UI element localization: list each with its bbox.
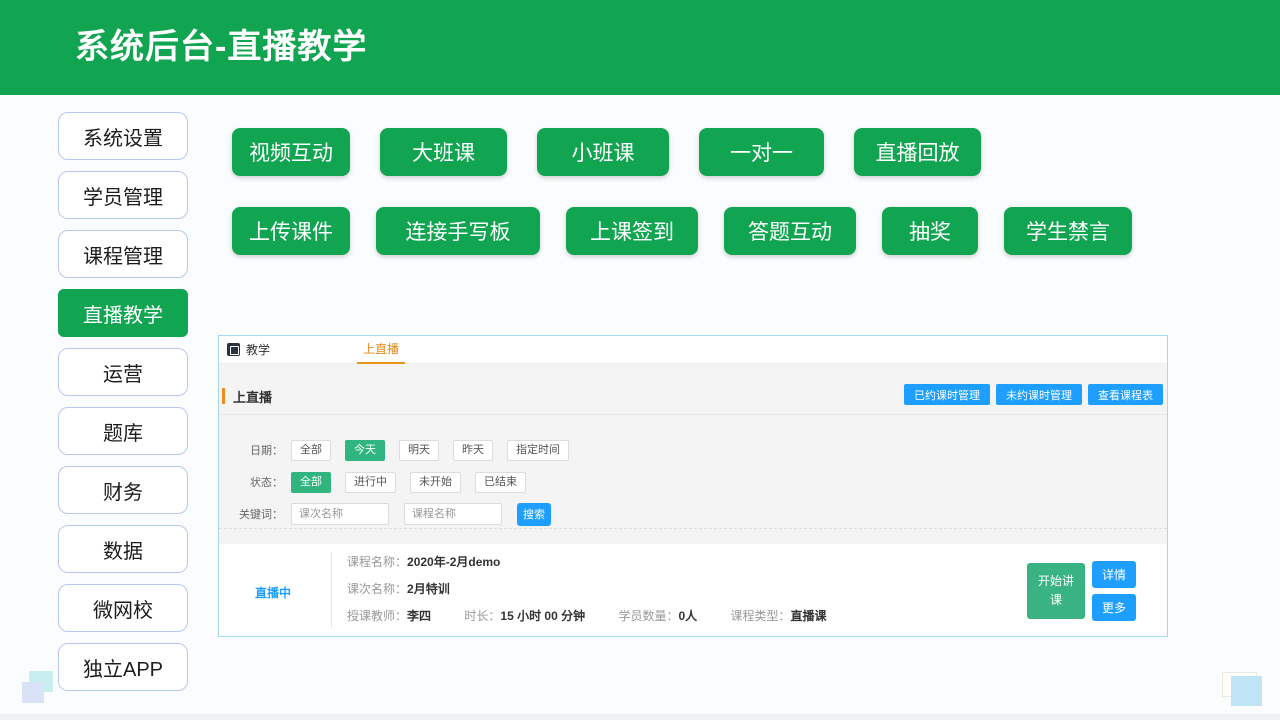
- sidebar-item-label: 财务: [103, 476, 143, 505]
- screen: 系统后台-直播教学 系统设置 学员管理 课程管理 直播教学 运营 题库 财务 数…: [0, 0, 1280, 720]
- sidebar-item-label: 直播教学: [83, 299, 163, 328]
- panel-filter-section: 上直播 已约课时管理 未约课时管理 查看课程表 日期： 全部 今天 明天 昨天 …: [219, 364, 1167, 544]
- admin-panel: 教学 上直播 上直播 已约课时管理 未约课时管理 查看课程表 日期： 全部 今天…: [218, 335, 1168, 637]
- sidebar-item-label: 运营: [103, 358, 143, 387]
- status-filter-in-progress[interactable]: 进行中: [345, 472, 396, 493]
- sidebar-item-question-bank[interactable]: 题库: [58, 407, 188, 455]
- lesson-name-value: 2月特训: [407, 582, 450, 596]
- section-divider: [219, 414, 1167, 415]
- page-header: 系统后台-直播教学: [0, 0, 1280, 95]
- feature-small-class-button[interactable]: 小班课: [537, 128, 669, 176]
- feature-live-replay-button[interactable]: 直播回放: [854, 128, 981, 176]
- sidebar-item-finance[interactable]: 财务: [58, 466, 188, 514]
- date-filter-today[interactable]: 今天: [345, 440, 385, 461]
- unbooked-hours-management-button[interactable]: 未约课时管理: [996, 384, 1082, 405]
- status-filter-all[interactable]: 全部: [291, 472, 331, 493]
- course-list: 直播中 课程名称：2020年-2月demo 课次名称：2月特训 授课教师：李四 …: [219, 544, 1167, 636]
- feature-mute-students-button[interactable]: 学生禁言: [1004, 207, 1132, 255]
- booked-hours-management-button[interactable]: 已约课时管理: [904, 384, 990, 405]
- sidebar-item-operations[interactable]: 运营: [58, 348, 188, 396]
- app-logo-icon: [227, 343, 240, 356]
- duration-value: 15 小时 00 分钟: [500, 609, 585, 623]
- panel-top-actions: 已约课时管理 未约课时管理 查看课程表: [904, 384, 1163, 405]
- date-filter-tomorrow[interactable]: 明天: [399, 440, 439, 461]
- course-name-line: 课程名称：2020年-2月demo: [347, 554, 857, 570]
- footer-strip: [0, 714, 1280, 720]
- feature-connect-tablet-button[interactable]: 连接手写板: [376, 207, 540, 255]
- date-filter-yesterday[interactable]: 昨天: [453, 440, 493, 461]
- detail-button[interactable]: 详情: [1092, 561, 1136, 588]
- live-status-badge: 直播中: [255, 584, 291, 601]
- course-type-value: 直播课: [791, 609, 827, 623]
- section-accent-bar: [222, 388, 225, 404]
- teacher-label: 授课教师：: [347, 609, 407, 623]
- vertical-divider: [331, 552, 332, 628]
- sidebar-item-data[interactable]: 数据: [58, 525, 188, 573]
- sidebar-item-label: 课程管理: [83, 240, 163, 269]
- students-field: 学员数量：0人: [618, 609, 697, 623]
- lesson-name-input[interactable]: [291, 503, 389, 525]
- feature-one-on-one-button[interactable]: 一对一: [699, 128, 824, 176]
- feature-quiz-interaction-button[interactable]: 答题互动: [724, 207, 856, 255]
- date-filter-row: 日期： 全部 今天 明天 昨天 指定时间: [227, 439, 583, 461]
- date-filter-custom[interactable]: 指定时间: [507, 440, 569, 461]
- feature-row-2: 上传课件 连接手写板 上课签到 答题互动 抽奖 学生禁言: [232, 207, 1132, 255]
- feature-large-class-button[interactable]: 大班课: [380, 128, 507, 176]
- course-meta-line: 授课教师：李四 时长：15 小时 00 分钟 学员数量：0人 课程类型：直播课: [347, 608, 857, 624]
- sidebar-item-label: 独立APP: [83, 653, 163, 682]
- lesson-name-label: 课次名称：: [347, 582, 407, 596]
- keyword-filter-label: 关键词：: [227, 506, 283, 522]
- panel-nav-title: 教学: [246, 341, 270, 358]
- status-filter-row: 状态： 全部 进行中 未开始 已结束: [227, 471, 540, 493]
- teacher-value: 李四: [407, 609, 431, 623]
- search-button[interactable]: 搜索: [517, 503, 551, 526]
- view-timetable-button[interactable]: 查看课程表: [1088, 384, 1163, 405]
- section-title: 上直播: [233, 387, 272, 406]
- duration-label: 时长：: [464, 609, 500, 623]
- course-name-input[interactable]: [404, 503, 502, 525]
- sidebar-item-label: 数据: [103, 535, 143, 564]
- course-type-label: 课程类型：: [730, 609, 790, 623]
- status-filter-ended[interactable]: 已结束: [475, 472, 526, 493]
- sidebar-item-micro-school[interactable]: 微网校: [58, 584, 188, 632]
- status-filter-not-started[interactable]: 未开始: [410, 472, 461, 493]
- more-button[interactable]: 更多: [1092, 594, 1136, 621]
- decor-square-lavender-left: [22, 682, 44, 703]
- sidebar-item-live-teaching[interactable]: 直播教学: [58, 289, 188, 337]
- sidebar-item-standalone-app[interactable]: 独立APP: [58, 643, 188, 691]
- course-type-field: 课程类型：直播课: [730, 609, 826, 623]
- date-filter-label: 日期：: [227, 442, 283, 458]
- feature-lottery-button[interactable]: 抽奖: [882, 207, 978, 255]
- teacher-field: 授课教师：李四: [347, 609, 431, 623]
- sidebar-item-label: 微网校: [93, 594, 153, 623]
- students-label: 学员数量：: [618, 609, 678, 623]
- feature-class-signin-button[interactable]: 上课签到: [566, 207, 698, 255]
- duration-field: 时长：15 小时 00 分钟: [464, 609, 585, 623]
- tab-go-live[interactable]: 上直播: [357, 336, 405, 364]
- dashed-divider: [219, 528, 1167, 529]
- sidebar-item-system-settings[interactable]: 系统设置: [58, 112, 188, 160]
- decor-square-blue-right: [1231, 676, 1262, 706]
- date-filter-all[interactable]: 全部: [291, 440, 331, 461]
- section-header: 上直播: [219, 384, 272, 408]
- students-value: 0人: [678, 609, 697, 623]
- feature-row-1: 视频互动 大班课 小班课 一对一 直播回放: [232, 128, 981, 176]
- sidebar-item-label: 学员管理: [83, 181, 163, 210]
- sidebar-item-course-management[interactable]: 课程管理: [58, 230, 188, 278]
- course-name-value: 2020年-2月demo: [407, 555, 500, 569]
- sidebar-item-label: 题库: [103, 417, 143, 446]
- sidebar-item-student-management[interactable]: 学员管理: [58, 171, 188, 219]
- status-filter-label: 状态：: [227, 474, 283, 490]
- sidebar: 系统设置 学员管理 课程管理 直播教学 运营 题库 财务 数据 微网校 独立AP…: [58, 112, 188, 691]
- page-title: 系统后台-直播教学: [75, 0, 367, 95]
- course-row: 课程名称：2020年-2月demo 课次名称：2月特训 授课教师：李四 时长：1…: [347, 554, 857, 624]
- lesson-name-line: 课次名称：2月特训: [347, 581, 857, 597]
- start-teaching-button[interactable]: 开始讲课: [1027, 563, 1085, 619]
- keyword-filter-row: 关键词： 搜索: [227, 503, 551, 525]
- course-name-label: 课程名称：: [347, 555, 407, 569]
- feature-upload-courseware-button[interactable]: 上传课件: [232, 207, 350, 255]
- feature-video-interaction-button[interactable]: 视频互动: [232, 128, 350, 176]
- sidebar-item-label: 系统设置: [83, 122, 163, 151]
